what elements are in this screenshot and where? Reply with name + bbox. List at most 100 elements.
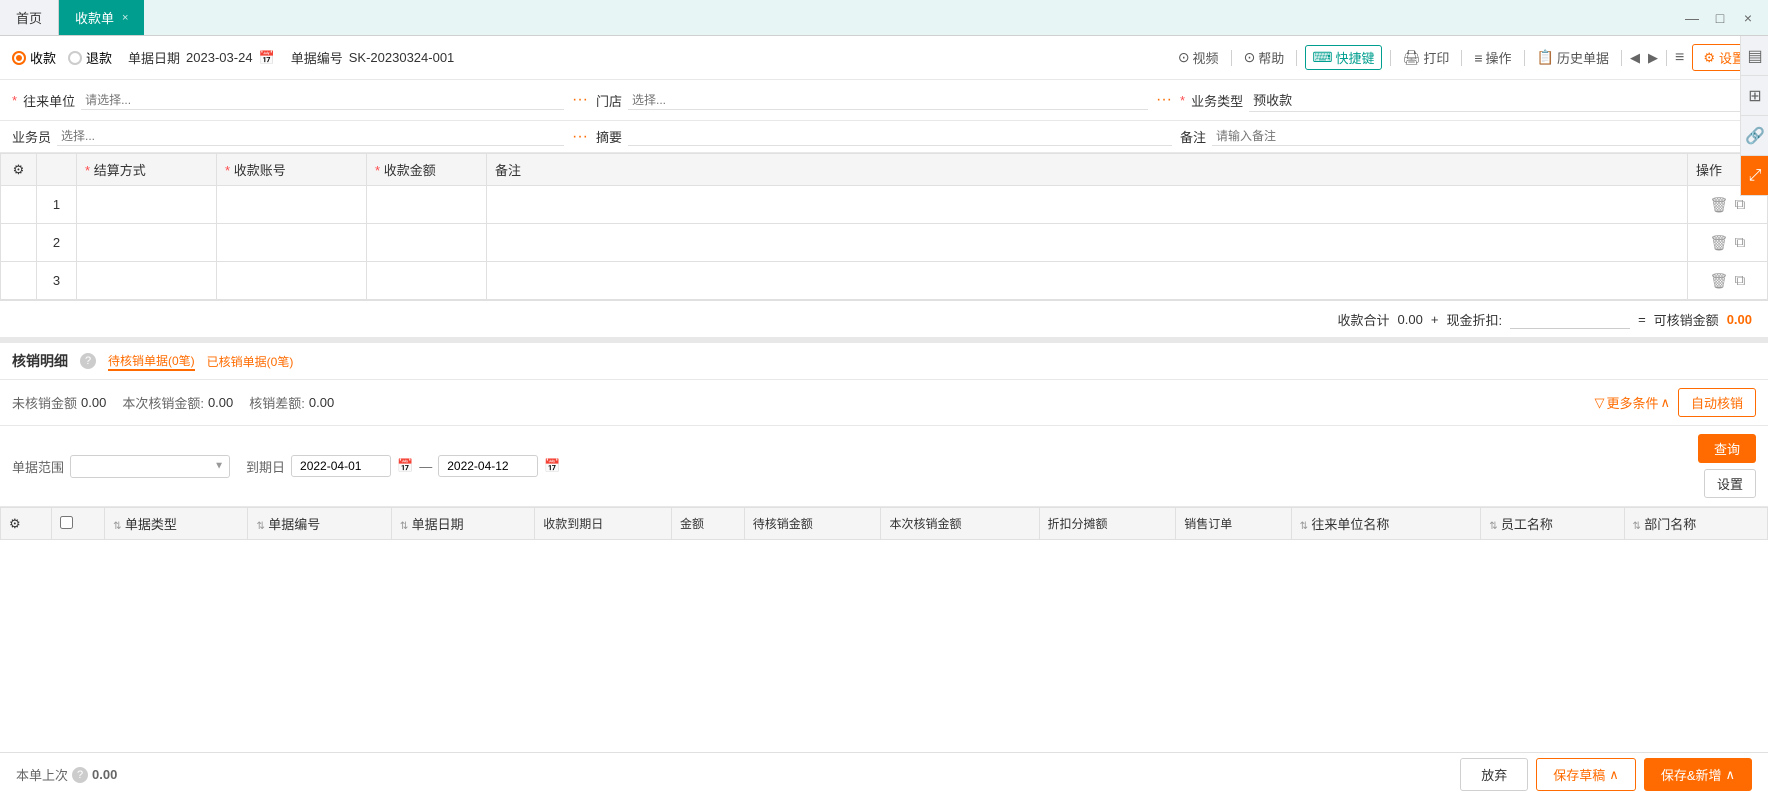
delete-icon-2[interactable]: 🗑 <box>1710 234 1729 252</box>
btn-help[interactable]: ⊙ 帮助 <box>1240 46 1289 69</box>
note-input-1[interactable] <box>487 186 1687 223</box>
account-input-3[interactable] <box>217 262 366 299</box>
salesman-input[interactable] <box>57 127 564 146</box>
btn-video[interactable]: ⊙ 视频 <box>1174 46 1223 69</box>
radio-tuikuan[interactable]: 退款 <box>68 48 112 67</box>
print-icon: 🖨 <box>1403 49 1421 66</box>
save-draft-button[interactable]: 保存草稿 ∧ <box>1536 758 1636 791</box>
date-label: 单据日期 <box>128 48 180 67</box>
partner-input[interactable] <box>81 91 564 110</box>
divider5 <box>1524 50 1525 66</box>
th-partner-label: 往来单位名称 <box>1311 517 1389 532</box>
save-new-button[interactable]: 保存&新增 ∧ <box>1644 758 1752 791</box>
more-conditions-btn[interactable]: ▽ 更多条件 ∧ <box>1594 393 1670 412</box>
menu-icon[interactable]: ≡ <box>1675 49 1684 67</box>
select-all-checkbox[interactable] <box>60 516 73 529</box>
th-setting[interactable]: ⚙ <box>1 154 37 186</box>
divider2 <box>1296 50 1297 66</box>
amount-input-2[interactable] <box>367 224 486 261</box>
sort-icon3: ⇅ <box>400 521 408 532</box>
tab-pending[interactable]: 待核销单据(0笔) <box>108 352 195 371</box>
biz-type-select[interactable]: 预收款 ▼ <box>1249 88 1756 112</box>
summary-row: 收款合计 0.00 + 现金折扣: = 可核销金额 0.00 <box>0 300 1768 337</box>
settle-input-1[interactable] <box>77 186 216 223</box>
summary-input[interactable] <box>628 127 1172 146</box>
tab-shoukuan[interactable]: 收款单 × <box>59 0 144 35</box>
discount-input[interactable] <box>1510 309 1630 329</box>
range-select[interactable] <box>70 455 230 478</box>
td-note-3[interactable] <box>487 262 1688 300</box>
td-settle-3[interactable] <box>77 262 217 300</box>
hexiao-info-icon[interactable]: ? <box>80 353 96 369</box>
rt-btn-3[interactable]: 🔗 <box>1741 116 1768 156</box>
restore-btn[interactable]: □ <box>1708 6 1732 30</box>
nav-prev[interactable]: ◀ <box>1630 50 1640 66</box>
th-bt-pending: 待核销金额 <box>744 508 881 540</box>
auto-cancel-btn[interactable]: 自动核销 <box>1678 388 1756 417</box>
partner-more-icon[interactable]: ··· <box>572 91 588 109</box>
copy-icon-3[interactable]: ⧉ <box>1735 272 1746 289</box>
th-account-label: 收款账号 <box>234 163 286 178</box>
footer-left: 本单上次 ? 0.00 <box>16 765 117 784</box>
note-input-2[interactable] <box>487 224 1687 261</box>
td-account-3[interactable] <box>217 262 367 300</box>
th-bt-setting[interactable]: ⚙ <box>1 508 52 540</box>
note-input-3[interactable] <box>487 262 1687 299</box>
query-button[interactable]: 查询 <box>1698 434 1756 463</box>
btn-history[interactable]: 📋 历史单据 <box>1533 46 1613 69</box>
close-btn[interactable]: × <box>1736 6 1760 30</box>
calendar-start-icon[interactable]: 📅 <box>397 458 413 474</box>
set-button[interactable]: 设置 <box>1704 469 1756 498</box>
tab-close-icon[interactable]: × <box>122 12 128 24</box>
salesman-label: 业务员 <box>12 127 51 146</box>
salesman-more-icon[interactable]: ··· <box>572 128 588 146</box>
rt-btn-1[interactable]: ▤ <box>1741 36 1768 76</box>
abandon-button[interactable]: 放弃 <box>1460 758 1528 791</box>
minimize-btn[interactable]: — <box>1680 6 1704 30</box>
amount-input-1[interactable] <box>367 186 486 223</box>
td-note-1[interactable] <box>487 186 1688 224</box>
store-input[interactable] <box>628 91 1148 110</box>
tab-home[interactable]: 首页 <box>0 0 59 35</box>
copy-icon-2[interactable]: ⧉ <box>1735 234 1746 251</box>
rt-btn-2[interactable]: ⊞ <box>1741 76 1768 116</box>
copy-icon-1[interactable]: ⧉ <box>1735 196 1746 213</box>
th-employee-label: 员工名称 <box>1501 517 1553 532</box>
btn-action[interactable]: ≡ 操作 <box>1470 46 1515 69</box>
td-num-3: 3 <box>37 262 77 300</box>
th-bt-checkbox[interactable] <box>51 508 104 540</box>
calendar-icon[interactable]: 📅 <box>259 50 275 66</box>
td-amount-2[interactable] <box>367 224 487 262</box>
remark-input[interactable] <box>1212 127 1756 146</box>
table-row: 3 🗑 ⧉ <box>1 262 1768 300</box>
tab-done[interactable]: 已核销单据(0笔) <box>207 353 294 370</box>
radio-shoukuan[interactable]: 收款 <box>12 48 56 67</box>
rt-btn-4[interactable]: ⤢ <box>1741 156 1768 196</box>
amount-input-3[interactable] <box>367 262 486 299</box>
td-amount-3[interactable] <box>367 262 487 300</box>
due-date-end[interactable] <box>438 455 538 477</box>
sort-icon2: ⇅ <box>256 521 264 532</box>
tab-bar: 首页 收款单 × — □ × <box>0 0 1768 36</box>
settle-input-2[interactable] <box>77 224 216 261</box>
due-date-start[interactable] <box>291 455 391 477</box>
nav-next[interactable]: ▶ <box>1648 50 1658 66</box>
td-account-2[interactable] <box>217 224 367 262</box>
radio-shoukuan-label: 收款 <box>30 48 56 67</box>
td-account-1[interactable] <box>217 186 367 224</box>
delete-icon-3[interactable]: 🗑 <box>1710 272 1729 290</box>
td-settle-2[interactable] <box>77 224 217 262</box>
td-settle-1[interactable] <box>77 186 217 224</box>
btn-print[interactable]: 🖨 打印 <box>1399 46 1454 69</box>
delete-icon-1[interactable]: 🗑 <box>1710 196 1729 214</box>
store-more-icon[interactable]: ··· <box>1156 91 1172 109</box>
calendar-end-icon[interactable]: 📅 <box>544 458 560 474</box>
btn-shortcut[interactable]: ⌨ 快捷键 <box>1305 45 1381 70</box>
footer-info-icon[interactable]: ? <box>72 767 88 783</box>
td-amount-1[interactable] <box>367 186 487 224</box>
settle-input-3[interactable] <box>77 262 216 299</box>
td-note-2[interactable] <box>487 224 1688 262</box>
account-input-1[interactable] <box>217 186 366 223</box>
tab-home-label: 首页 <box>16 8 42 27</box>
account-input-2[interactable] <box>217 224 366 261</box>
